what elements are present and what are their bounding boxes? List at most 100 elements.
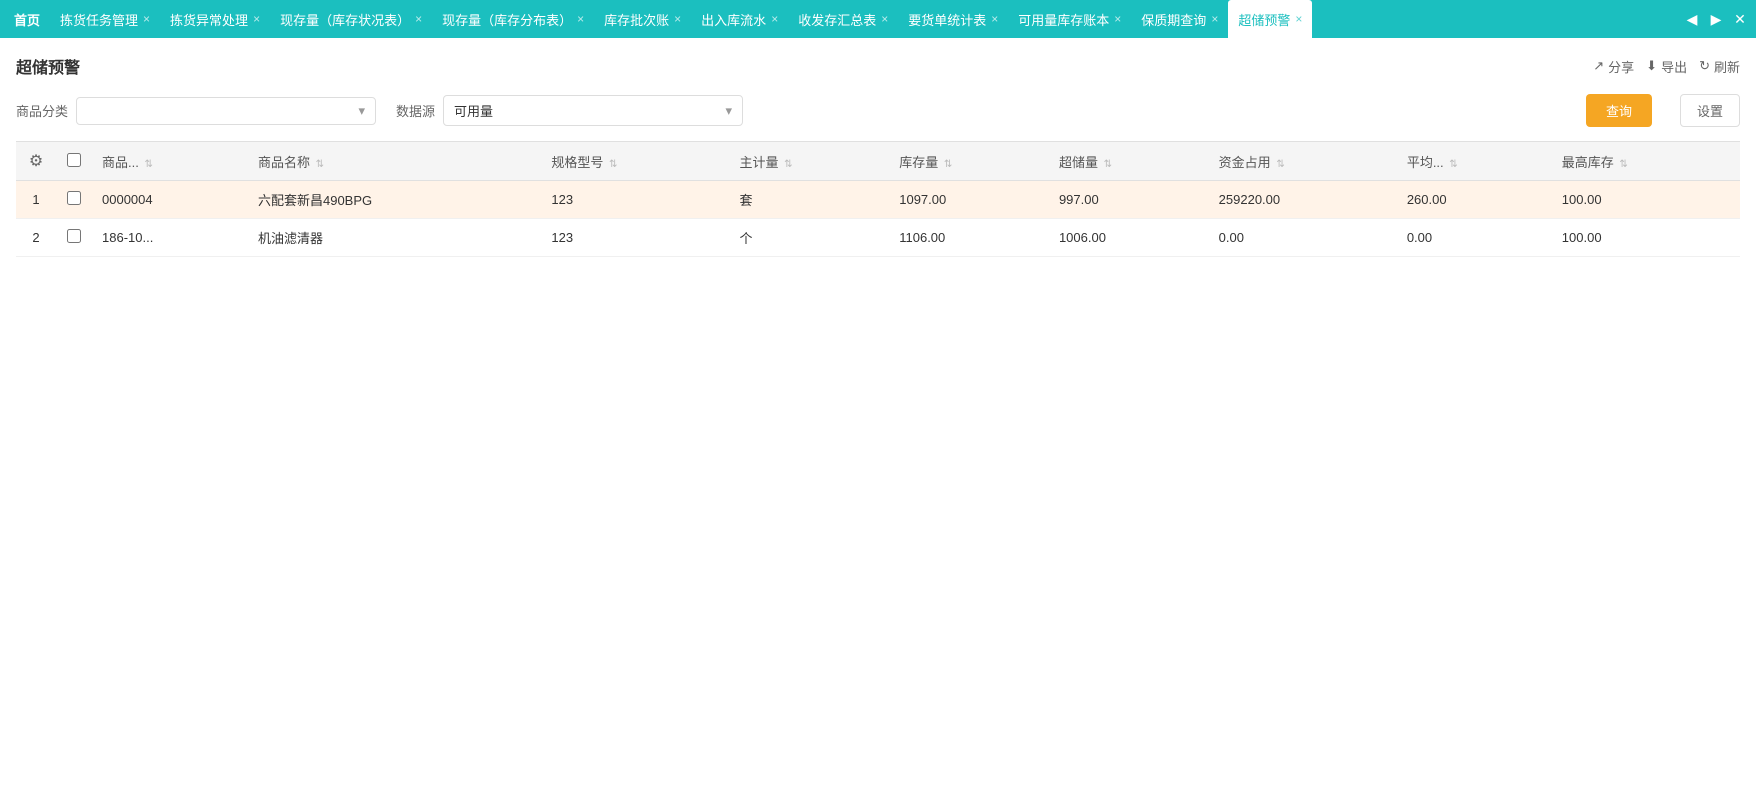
cell-name: 机油滤清器 [248, 219, 541, 257]
nav-item-6[interactable]: 出入库流水 × [691, 0, 788, 38]
cell-avg: 260.00 [1397, 181, 1552, 219]
close-icon[interactable]: × [415, 12, 422, 26]
share-button[interactable]: ↗ 分享 [1593, 57, 1634, 76]
select-all-checkbox[interactable] [67, 153, 81, 167]
chevron-down-icon: ▾ [358, 103, 365, 119]
th-unit[interactable]: 主计量 ⇅ [730, 142, 890, 181]
header-actions: ↗ 分享 ⬇ 导出 ↻ 刷新 [1593, 57, 1740, 76]
datasource-select[interactable]: 可用量 ▾ [443, 95, 743, 126]
close-icon[interactable]: × [674, 12, 681, 26]
refresh-button[interactable]: ↻ 刷新 [1699, 57, 1740, 76]
th-id[interactable]: 商品... ⇅ [92, 142, 248, 181]
export-icon: ⬇ [1646, 58, 1657, 74]
page-header: 超储预警 ↗ 分享 ⬇ 导出 ↻ 刷新 [16, 54, 1740, 78]
close-icon[interactable]: × [143, 12, 150, 26]
cell-avg: 0.00 [1397, 219, 1552, 257]
th-capital[interactable]: 资金占用 ⇅ [1209, 142, 1397, 181]
row-checkbox[interactable] [67, 191, 81, 205]
row-checkbox[interactable] [67, 229, 81, 243]
nav-bar: 首页 拣货任务管理 × 拣货异常处理 × 现存量（库存状况表） × 现存量（库存… [0, 0, 1756, 38]
filter-row: 商品分类 ▾ 数据源 可用量 ▾ 查询 设置 [16, 94, 1740, 127]
nav-item-7[interactable]: 收发存汇总表 × [788, 0, 898, 38]
th-checkbox [56, 142, 92, 181]
sort-icon: ⇅ [316, 159, 324, 170]
settings-button[interactable]: 设置 [1680, 94, 1740, 127]
nav-item-10[interactable]: 保质期查询 × [1131, 0, 1228, 38]
close-icon[interactable]: × [991, 12, 998, 26]
cell-spec: 123 [541, 181, 729, 219]
datasource-value: 可用量 [454, 101, 493, 120]
category-select[interactable]: ▾ [76, 97, 376, 125]
row-num: 1 [16, 181, 56, 219]
cell-overflow: 1006.00 [1049, 219, 1209, 257]
cell-spec: 123 [541, 219, 729, 257]
cell-overflow: 997.00 [1049, 181, 1209, 219]
th-overflow[interactable]: 超储量 ⇅ [1049, 142, 1209, 181]
cell-capital: 0.00 [1209, 219, 1397, 257]
sort-icon: ⇅ [1276, 159, 1284, 170]
table-header: ⚙ 商品... ⇅ 商品名称 ⇅ 规格型号 ⇅ 主计量 [16, 142, 1740, 181]
sort-icon: ⇅ [1449, 159, 1457, 170]
nav-item-3[interactable]: 现存量（库存状况表） × [270, 0, 432, 38]
page-title: 超储预警 [16, 54, 80, 78]
nav-item-4[interactable]: 现存量（库存分布表） × [432, 0, 594, 38]
cell-stock: 1097.00 [889, 181, 1049, 219]
sort-icon: ⇅ [1619, 159, 1627, 170]
cell-unit: 套 [730, 181, 890, 219]
nav-item-8[interactable]: 要货单统计表 × [898, 0, 1008, 38]
nav-arrow-left[interactable]: ◀ [1680, 0, 1704, 38]
cell-max-stock: 100.00 [1552, 219, 1740, 257]
sort-icon: ⇅ [1104, 159, 1112, 170]
cell-id: 0000004 [92, 181, 248, 219]
nav-arrows: ◀ ▶ ✕ [1680, 0, 1752, 38]
close-icon[interactable]: × [771, 12, 778, 26]
th-max-stock[interactable]: 最高库存 ⇅ [1552, 142, 1740, 181]
sort-icon: ⇅ [784, 159, 792, 170]
nav-arrow-right[interactable]: ▶ [1704, 0, 1728, 38]
share-icon: ↗ [1593, 58, 1604, 74]
close-icon[interactable]: × [1211, 12, 1218, 26]
sort-icon: ⇅ [944, 159, 952, 170]
nav-item-2[interactable]: 拣货异常处理 × [160, 0, 270, 38]
filter-datasource: 数据源 可用量 ▾ [396, 95, 743, 126]
table-row: 2 186-10... 机油滤清器 123 个 1106.00 1006.00 … [16, 219, 1740, 257]
table-row: 1 0000004 六配套新昌490BPG 123 套 1097.00 997.… [16, 181, 1740, 219]
category-label: 商品分类 [16, 101, 68, 120]
page-content: 超储预警 ↗ 分享 ⬇ 导出 ↻ 刷新 商品分类 ▾ 数据源 [0, 38, 1756, 800]
cell-stock: 1106.00 [889, 219, 1049, 257]
cell-capital: 259220.00 [1209, 181, 1397, 219]
close-icon[interactable]: × [881, 12, 888, 26]
th-name[interactable]: 商品名称 ⇅ [248, 142, 541, 181]
close-icon[interactable]: × [253, 12, 260, 26]
nav-item-1[interactable]: 拣货任务管理 × [50, 0, 160, 38]
sort-icon: ⇅ [144, 159, 152, 170]
settings-gear-icon[interactable]: ⚙ [29, 153, 43, 170]
th-avg[interactable]: 平均... ⇅ [1397, 142, 1552, 181]
cell-unit: 个 [730, 219, 890, 257]
nav-arrow-close[interactable]: ✕ [1728, 0, 1752, 38]
cell-name: 六配套新昌490BPG [248, 181, 541, 219]
row-checkbox-cell [56, 181, 92, 219]
close-icon[interactable]: × [1114, 12, 1121, 26]
chevron-down-icon: ▾ [726, 103, 733, 119]
data-table: ⚙ 商品... ⇅ 商品名称 ⇅ 规格型号 ⇅ 主计量 [16, 141, 1740, 257]
th-spec[interactable]: 规格型号 ⇅ [541, 142, 729, 181]
nav-home[interactable]: 首页 [4, 0, 50, 38]
export-button[interactable]: ⬇ 导出 [1646, 57, 1687, 76]
close-icon[interactable]: × [577, 12, 584, 26]
close-icon[interactable]: × [1295, 12, 1302, 26]
query-button[interactable]: 查询 [1586, 94, 1652, 127]
refresh-icon: ↻ [1699, 58, 1710, 74]
th-settings: ⚙ [16, 142, 56, 181]
table-body: 1 0000004 六配套新昌490BPG 123 套 1097.00 997.… [16, 181, 1740, 257]
row-num: 2 [16, 219, 56, 257]
cell-id: 186-10... [92, 219, 248, 257]
nav-item-5[interactable]: 库存批次账 × [594, 0, 691, 38]
row-checkbox-cell [56, 219, 92, 257]
datasource-label: 数据源 [396, 101, 435, 120]
cell-max-stock: 100.00 [1552, 181, 1740, 219]
nav-item-9[interactable]: 可用量库存账本 × [1008, 0, 1131, 38]
nav-item-active[interactable]: 超储预警 × [1228, 0, 1312, 38]
sort-icon: ⇅ [609, 159, 617, 170]
th-stock[interactable]: 库存量 ⇅ [889, 142, 1049, 181]
